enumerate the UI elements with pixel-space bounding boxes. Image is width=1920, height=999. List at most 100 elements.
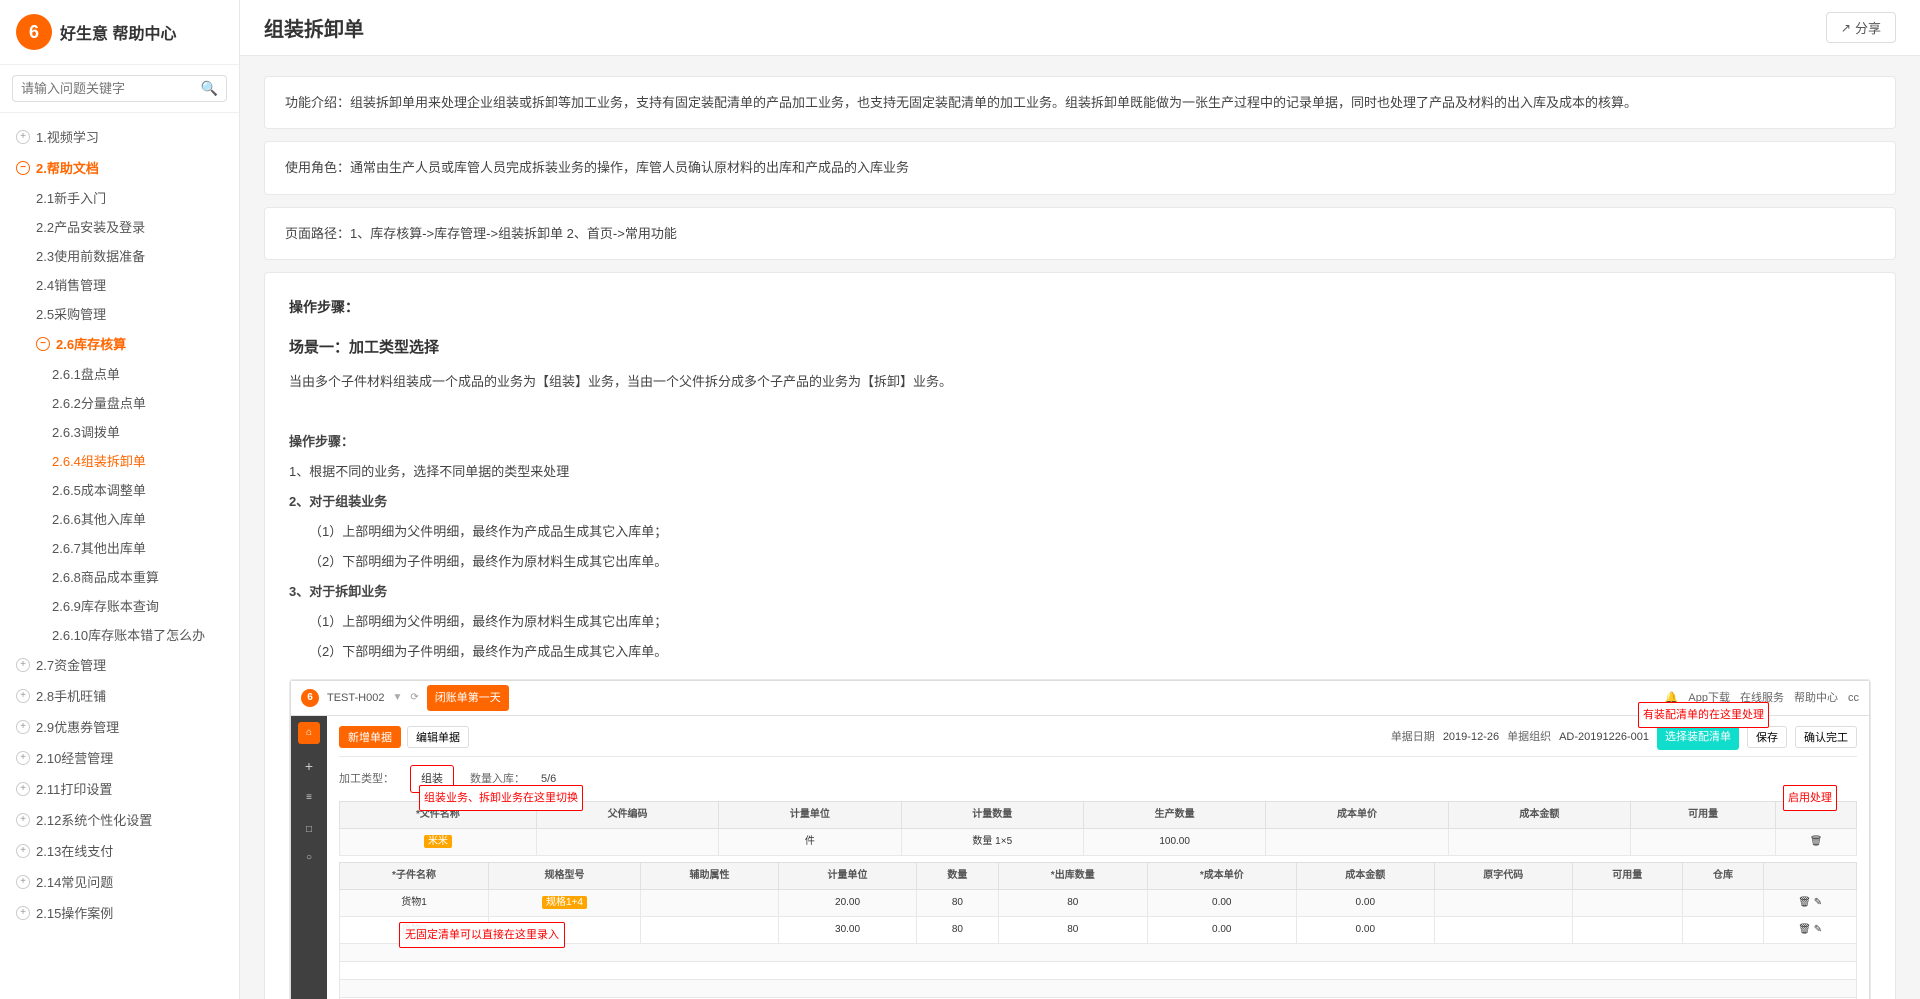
path-intro-text: 页面路径：1、库存核算->库存管理->组装拆卸单 2、首页->常用功能: [285, 226, 677, 241]
upper-row1-code: [536, 829, 718, 856]
sidebar-item-new-user[interactable]: 2.1新手入门: [0, 183, 239, 212]
step-3-2: （2）下部明细为子件明细，最终作为产成品生成其它入库单。: [309, 639, 1871, 665]
plus-icon-operation: +: [16, 751, 30, 765]
app-side-icons: ⌂ + ≡ □ ○: [291, 716, 327, 999]
lower-row-4: [340, 962, 1857, 980]
lower-r1-aux: [641, 890, 779, 917]
lower-th-name: *子件名称: [340, 863, 489, 890]
search-icon[interactable]: 🔍: [201, 80, 218, 97]
app-topbar-left: 6 TEST-H002 ▼ ⟳ 闭账单第一天: [301, 685, 509, 711]
app-topbar: 6 TEST-H002 ▼ ⟳ 闭账单第一天 🔔 App下载 在线服务 帮助中心…: [291, 681, 1869, 716]
upper-th-cost-total: 成本金额: [1448, 802, 1630, 829]
app-sync-icon: ⟳: [410, 688, 418, 708]
sidebar-item-stock-check[interactable]: 2.6.1盘点单: [0, 359, 239, 388]
app-home-icon[interactable]: ⌂: [298, 722, 320, 744]
upper-table-row-1: 米米 件 数量 1×5 100.00 🗑: [340, 829, 1857, 856]
sidebar-item-mobile[interactable]: + 2.8手机旺铺: [0, 680, 239, 711]
share-button[interactable]: ↗ 分享: [1826, 12, 1896, 43]
sidebar-item-goods-cost[interactable]: 2.6.8商品成本重算: [0, 562, 239, 591]
sidebar-item-other-out[interactable]: 2.6.7其他出库单: [0, 533, 239, 562]
step-2: 2、对于组装业务: [289, 489, 1871, 515]
sidebar-item-stock-query[interactable]: 2.6.9库存账本查询: [0, 591, 239, 620]
sidebar-item-faq[interactable]: + 2.14常见问题: [0, 866, 239, 897]
upper-row1-action: 🗑: [1776, 829, 1857, 856]
sidebar-item-cost-adjust[interactable]: 2.6.5成本调整单: [0, 475, 239, 504]
sidebar-item-cases[interactable]: + 2.15操作案例: [0, 897, 239, 928]
content-area: 功能介绍：组装拆卸单用来处理企业组装或拆卸等加工业务，支持有固定装配清单的产品加…: [240, 56, 1920, 999]
lower-r1-unit: 20.00: [779, 890, 917, 917]
lower-th-out-qty: *出库数量: [998, 863, 1147, 890]
step-1: 1、根据不同的业务，选择不同单据的类型来处理: [289, 459, 1871, 485]
scene1-title: 场景一：加工类型选择: [289, 333, 1871, 363]
search-input[interactable]: [21, 81, 201, 96]
steps-title: 操作步骤：: [289, 429, 1871, 455]
lower-r2-qty: 80: [917, 917, 999, 944]
upper-th-unit: 计量单位: [719, 802, 901, 829]
sidebar-item-install-login[interactable]: 2.2产品安装及登录: [0, 212, 239, 241]
sidebar-item-finance[interactable]: + 2.7资金管理: [0, 649, 239, 680]
plus-icon-faq: +: [16, 875, 30, 889]
top-header: 组装拆卸单 ↗ 分享: [240, 0, 1920, 56]
scene1-desc: 当由多个子件材料组装成一个成品的业务为【组装】业务，当由一个父件拆分成多个子产品…: [289, 369, 1871, 395]
sidebar-item-other-in[interactable]: 2.6.6其他入库单: [0, 504, 239, 533]
lower-r2-origcode: [1434, 917, 1572, 944]
plus-icon-finance: +: [16, 658, 30, 672]
sidebar-item-coupon[interactable]: + 2.9优惠券管理: [0, 711, 239, 742]
lower-table-container: *子件名称 规格型号 辅助属性 计量单位 数量 *出库数量 *成本单价 成本金额: [339, 862, 1857, 999]
func-intro-text: 功能介绍：组装拆卸单用来处理企业组装或拆卸等加工业务，支持有固定装配清单的产品加…: [285, 95, 1637, 110]
upper-row1-avail: [1631, 829, 1776, 856]
logo-area: 6 好生意 帮助中心: [0, 0, 239, 65]
sidebar-item-assembly[interactable]: 2.6.4组装拆卸单: [0, 446, 239, 475]
lower-r2-outqty: 80: [998, 917, 1147, 944]
app-logo: 6: [301, 689, 319, 707]
lower-r1-qty: 80: [917, 890, 999, 917]
lower-r1-outqty: 80: [998, 890, 1147, 917]
select-bom-btn[interactable]: 选择装配清单: [1657, 724, 1739, 750]
annotation1-area: 选择装配清单 有装配清单的在这里处理: [1657, 724, 1739, 750]
app-save-btn[interactable]: 保存: [1747, 726, 1787, 748]
sidebar-item-personalize[interactable]: + 2.12系统个性化设置: [0, 804, 239, 835]
app-add-icon[interactable]: +: [305, 752, 313, 780]
app-body: ⌂ + ≡ □ ○ 新增单据 编辑单据: [291, 716, 1869, 999]
app-list-icon[interactable]: ≡: [306, 788, 312, 808]
sidebar-item-purchase[interactable]: 2.5采购管理: [0, 299, 239, 328]
step-3-1: （1）上部明细为父件明细，最终作为原材料生成其它出库单；: [309, 609, 1871, 635]
role-intro-text: 使用角色：通常由生产人员或库管人员完成拆装业务的操作，库管人员确认原材料的出库和…: [285, 160, 909, 175]
app-edit-btn[interactable]: 编辑单据: [407, 726, 469, 748]
sidebar-item-inventory[interactable]: − 2.6库存核算: [0, 328, 239, 359]
lower-th-avail: 可用量: [1572, 863, 1682, 890]
lower-r2-costtotal: 0.00: [1296, 917, 1434, 944]
app-form-content: 新增单据 编辑单据 单据日期 2019-12-26 单据组织 AD-201912…: [327, 716, 1869, 999]
sidebar-item-sales[interactable]: 2.4销售管理: [0, 270, 239, 299]
sidebar-item-online-pay[interactable]: + 2.13在线支付: [0, 835, 239, 866]
minus-icon-inventory: −: [36, 337, 50, 351]
path-intro-block: 页面路径：1、库存核算->库存管理->组装拆卸单 2、首页->常用功能: [264, 207, 1896, 260]
app-date-label: 单据日期: [1391, 726, 1435, 748]
lower-r1-action: 🗑 ✎: [1764, 890, 1857, 917]
sidebar-item-account-error[interactable]: 2.6.10库存账本错了怎么办: [0, 620, 239, 649]
operation-title: 操作步骤：: [289, 293, 1871, 321]
sidebar-item-split-stock[interactable]: 2.6.2分量盘点单: [0, 388, 239, 417]
lower-th-warehouse: 仓库: [1682, 863, 1764, 890]
sidebar-item-print[interactable]: + 2.11打印设置: [0, 773, 239, 804]
app-add-btn[interactable]: 新增单据: [339, 726, 401, 748]
upper-row1-costunit: [1266, 829, 1448, 856]
app-confirm-btn[interactable]: 确认完工: [1795, 726, 1857, 748]
upper-row1-qty: 数量 1×5: [901, 829, 1083, 856]
lower-th-spec: 规格型号: [489, 863, 641, 890]
app-other-icon2: ○: [306, 848, 312, 868]
plus-icon-print: +: [16, 782, 30, 796]
sidebar-item-help-docs[interactable]: − 2.帮助文档: [0, 152, 239, 183]
sidebar-item-adjust[interactable]: 2.6.3调拨单: [0, 417, 239, 446]
lower-r2-action: 🗑 ✎: [1764, 917, 1857, 944]
search-box[interactable]: 🔍: [12, 75, 227, 102]
lower-r1-name: 货物1: [340, 890, 489, 917]
app-new-btn[interactable]: 闭账单第一天: [427, 685, 509, 711]
sidebar-item-video[interactable]: + 1.视频学习: [0, 121, 239, 152]
sidebar-item-operation[interactable]: + 2.10经营管理: [0, 742, 239, 773]
upper-th-avail: 可用量: [1631, 802, 1776, 829]
upper-th-cost-unit: 成本单价: [1266, 802, 1448, 829]
plus-icon-personalize: +: [16, 813, 30, 827]
upper-table-body: 米米 件 数量 1×5 100.00 🗑: [340, 829, 1857, 856]
sidebar-item-data-prep[interactable]: 2.3使用前数据准备: [0, 241, 239, 270]
